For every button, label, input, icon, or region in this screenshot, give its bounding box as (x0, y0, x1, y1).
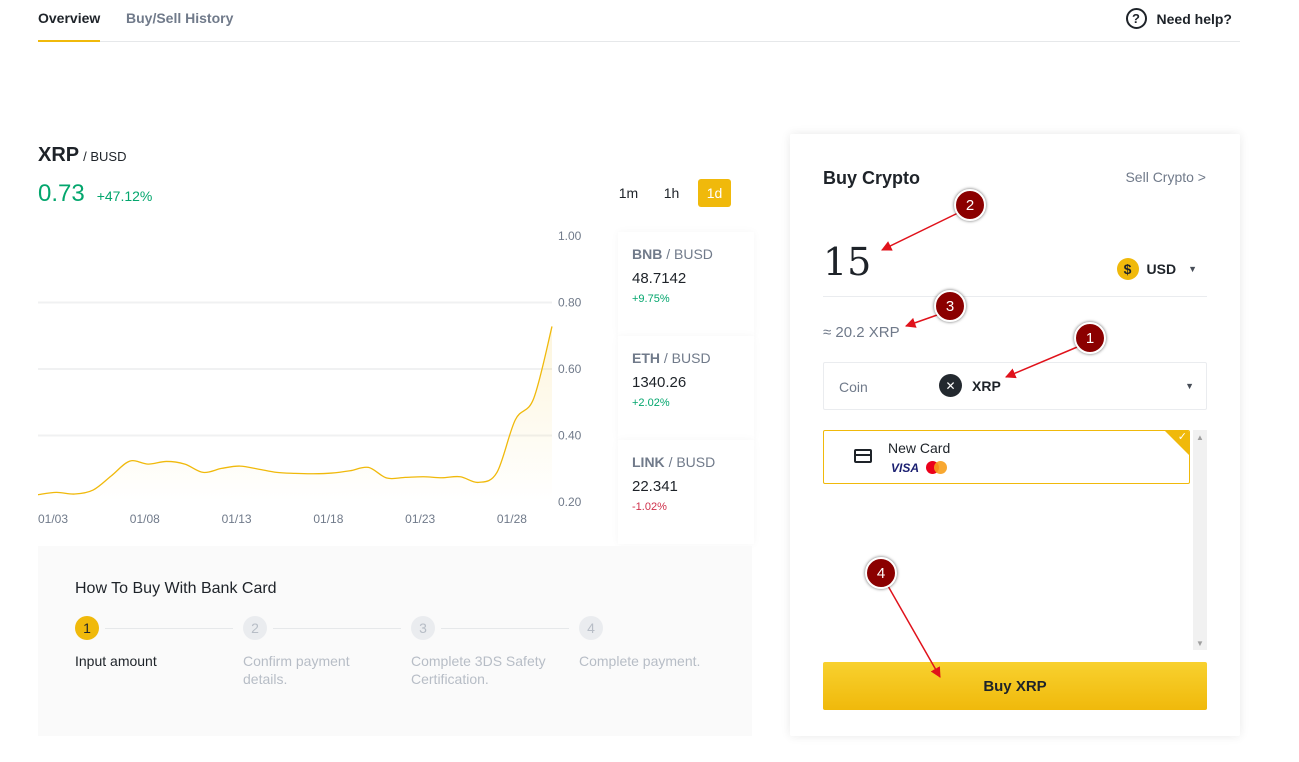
interval-selector: 1m 1h 1d (612, 179, 731, 207)
market-pair: ETH / BUSD (632, 350, 740, 366)
price-chart: 0.20 0.40 0.60 0.80 1.00 01/03 01/08 01/13 01/18… (38, 229, 582, 526)
step-connector (441, 628, 569, 629)
coin-name: XRP (972, 377, 1001, 394)
current-price: 0.73 (38, 180, 85, 207)
market-pair: LINK / BUSD (632, 454, 740, 470)
tab-buy-sell-history[interactable]: Buy/Sell History (126, 10, 233, 26)
buy-crypto-panel: Buy Crypto Sell Crypto > $ USD ▼ ≈ 20.2 … (790, 134, 1240, 736)
market-base: BNB (632, 246, 663, 262)
tab-overview[interactable]: Overview (38, 10, 101, 42)
chart-x-tick-label: 01/28 (497, 512, 527, 526)
chart-y-tick-label: 0.40 (558, 429, 582, 443)
card-name: New Card (888, 440, 951, 456)
step-1: 1 Input amount (75, 616, 243, 670)
market-item-eth[interactable]: ETH / BUSD 1340.26 +2.02% (618, 336, 754, 440)
interval-1d-button[interactable]: 1d (698, 179, 731, 207)
market-price: 1340.26 (632, 374, 687, 391)
buy-xrp-button[interactable]: Buy XRP (823, 662, 1207, 710)
coin-select-value: ✕ XRP (939, 374, 1001, 397)
step-connector (105, 628, 233, 629)
market-quote: / BUSD (663, 350, 711, 366)
market-change: +2.02% (632, 397, 670, 409)
amount-input[interactable] (823, 240, 1073, 284)
market-change: +9.75% (632, 293, 670, 305)
annotation-badge-1: 1 (1074, 322, 1106, 354)
step-number: 3 (411, 616, 435, 640)
annotation-badge-3: 3 (934, 290, 966, 322)
new-card-option[interactable]: New Card VISA ✓ (823, 430, 1190, 484)
step-number: 1 (75, 616, 99, 640)
step-label: Confirm payment details. (243, 653, 350, 687)
market-price: 22.341 (632, 478, 678, 495)
market-base: LINK (632, 454, 665, 470)
step-label: Complete payment. (579, 653, 701, 669)
credit-card-icon (854, 449, 872, 463)
interval-1h-button[interactable]: 1h (655, 179, 688, 207)
market-quote: / BUSD (668, 454, 716, 470)
market-list: BNB / BUSD 48.7142 +9.75% ETH / BUSD 134… (618, 232, 754, 544)
price-change: +47.12% (96, 188, 153, 204)
step-connector (273, 628, 401, 629)
sell-crypto-link[interactable]: Sell Crypto > (1125, 169, 1206, 185)
chart-y-tick-label: 0.20 (558, 495, 582, 509)
fiat-currency-label: USD (1146, 261, 1177, 277)
need-help-link[interactable]: ? Need help? (1125, 8, 1232, 29)
chart-x-tick-label: 01/13 (222, 512, 252, 526)
pair-title: XRP / BUSD (38, 144, 126, 167)
mastercard-logo-icon (926, 461, 948, 474)
payment-card-list: New Card VISA ✓ ▲ ▼ (823, 430, 1207, 650)
caret-down-icon: ▼ (1188, 264, 1197, 274)
chart-price-line (38, 326, 553, 496)
interval-1m-button[interactable]: 1m (612, 179, 645, 207)
market-item-bnb[interactable]: BNB / BUSD 48.7142 +9.75% (618, 232, 754, 336)
card-list-scrollbar[interactable]: ▲ ▼ (1193, 430, 1207, 650)
usd-coin-icon: $ (1116, 258, 1139, 280)
market-price: 48.7142 (632, 270, 687, 287)
pair-quote: / BUSD (83, 149, 127, 164)
xrp-logo-icon: ✕ (939, 374, 962, 397)
checkmark-icon: ✓ (1177, 431, 1187, 443)
coin-select-label: Coin (839, 379, 868, 395)
step-2: 2 Confirm payment details. (243, 616, 411, 688)
chart-area-fill (38, 326, 552, 502)
coin-select[interactable]: Coin ✕ XRP ▼ (823, 362, 1207, 410)
market-item-link[interactable]: LINK / BUSD 22.341 -1.02% (618, 440, 754, 544)
step-4: 4 Complete payment. (579, 616, 747, 670)
chart-y-tick-label: 0.60 (558, 362, 582, 376)
step-number: 4 (579, 616, 603, 640)
scroll-up-arrow-icon[interactable]: ▲ (1193, 430, 1207, 444)
step-number: 2 (243, 616, 267, 640)
visa-logo-icon: VISA (891, 461, 920, 475)
chart-y-tick-label: 0.80 (558, 296, 582, 310)
caret-down-icon: ▼ (1185, 381, 1194, 391)
crypto-estimate: ≈ 20.2 XRP (823, 324, 900, 341)
top-tab-bar: Overview Buy/Sell History ? Need help? (38, 0, 1240, 42)
chart-x-tick-label: 01/18 (313, 512, 343, 526)
need-help-label: Need help? (1156, 10, 1232, 27)
market-base: ETH (632, 350, 660, 366)
chart-x-tick-label: 01/03 (38, 512, 68, 526)
annotation-badge-4: 4 (865, 557, 897, 589)
annotation-badge-2: 2 (954, 189, 986, 221)
buy-crypto-title: Buy Crypto (823, 168, 921, 188)
step-label: Input amount (75, 653, 157, 669)
scroll-down-arrow-icon[interactable]: ▼ (1193, 636, 1207, 650)
price-block: 0.73 +47.12% (38, 180, 152, 208)
how-to-buy-panel: How To Buy With Bank Card 1 Input amount… (38, 546, 752, 736)
market-pair: BNB / BUSD (632, 246, 740, 262)
fiat-currency-select[interactable]: $ USD ▼ (1116, 258, 1197, 280)
step-label: Complete 3DS Safety Certification. (411, 653, 546, 687)
question-circle-icon: ? (1125, 8, 1147, 29)
chart-y-tick-label: 1.00 (558, 229, 582, 243)
market-change: -1.02% (632, 501, 667, 513)
chart-x-tick-label: 01/08 (130, 512, 160, 526)
chart-x-tick-label: 01/23 (405, 512, 435, 526)
how-to-buy-title: How To Buy With Bank Card (75, 580, 277, 597)
market-quote: / BUSD (666, 246, 713, 262)
amount-row: $ USD ▼ (823, 234, 1207, 297)
pair-base: XRP (38, 144, 80, 166)
step-3: 3 Complete 3DS Safety Certification. (411, 616, 579, 688)
